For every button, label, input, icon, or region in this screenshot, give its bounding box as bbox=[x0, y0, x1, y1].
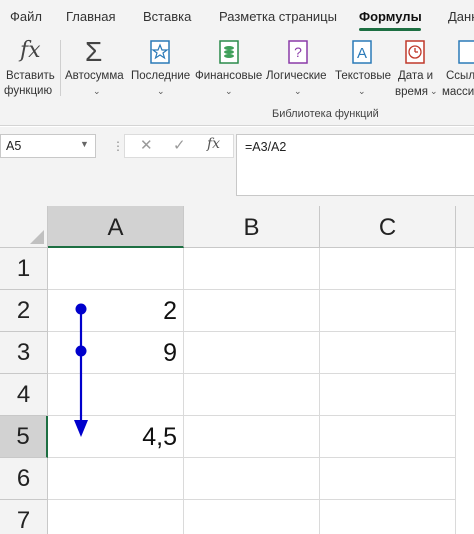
date-time-label-2: время bbox=[395, 86, 429, 98]
svg-text:A: A bbox=[357, 45, 367, 62]
fx-icon: fx bbox=[20, 38, 41, 63]
insert-function-label-2: функцию bbox=[4, 85, 53, 97]
tab-page-layout[interactable]: Разметка страницы bbox=[219, 9, 337, 24]
sigma-icon: Σ bbox=[85, 36, 103, 67]
lookup-book-icon bbox=[458, 40, 474, 64]
tab-file[interactable]: Файл bbox=[10, 9, 42, 24]
chevron-down-icon: ⌄ bbox=[358, 86, 366, 96]
enter-icon[interactable]: ✓ bbox=[173, 136, 186, 154]
financial-label: Финансовые bbox=[195, 70, 263, 82]
chevron-down-icon: ⌄ bbox=[157, 86, 165, 96]
more-dots-icon: ⋮ bbox=[112, 139, 124, 153]
chevron-down-icon: ⌄ bbox=[93, 86, 101, 96]
chevron-down-icon: ⌄ bbox=[430, 86, 438, 96]
star-book-icon bbox=[150, 40, 170, 64]
ribbon-tabs: Файл Главная Вставка Разметка страницы Ф… bbox=[0, 0, 474, 34]
lookup-label-2: масси bbox=[442, 86, 474, 98]
lookup-label-1: Ссылк bbox=[446, 70, 474, 82]
tab-home[interactable]: Главная bbox=[66, 9, 115, 24]
insert-function-icon[interactable]: fx bbox=[207, 136, 220, 152]
trace-dot-a3 bbox=[75, 345, 87, 357]
function-library-group-label: Библиотека функций bbox=[272, 108, 379, 120]
formula-input[interactable]: =A3/A2 bbox=[236, 134, 474, 196]
question-book-icon: ? bbox=[288, 40, 308, 64]
trace-dot-a2 bbox=[75, 303, 87, 315]
text-label: Текстовые bbox=[335, 70, 391, 82]
tab-data[interactable]: Данн bbox=[448, 9, 474, 24]
coins-book-icon bbox=[219, 40, 239, 64]
insert-function-label-1: Вставить bbox=[6, 70, 55, 82]
clock-book-icon bbox=[405, 40, 425, 64]
chevron-down-icon[interactable]: ▼ bbox=[80, 139, 89, 149]
recent-label: Последние bbox=[131, 70, 191, 82]
active-tab-indicator bbox=[359, 28, 421, 31]
date-time-label-1: Дата и bbox=[398, 70, 434, 82]
chevron-down-icon: ⌄ bbox=[294, 86, 302, 96]
cancel-icon[interactable]: ✕ bbox=[140, 136, 153, 154]
trace-arrowhead bbox=[74, 420, 88, 437]
worksheet-grid: A B C 1 2 3 4 5 6 7 2 9 4,5 bbox=[0, 206, 474, 534]
ribbon-separator bbox=[60, 40, 61, 96]
chevron-down-icon: ⌄ bbox=[225, 86, 233, 96]
tab-formulas[interactable]: Формулы bbox=[359, 9, 422, 24]
text-book-icon: A bbox=[352, 40, 372, 64]
autosum-label: Автосумма bbox=[65, 70, 124, 82]
tab-insert[interactable]: Вставка bbox=[143, 9, 191, 24]
trace-precedents-arrow bbox=[74, 303, 88, 437]
logical-label: Логические bbox=[266, 70, 327, 82]
svg-text:?: ? bbox=[294, 44, 302, 60]
